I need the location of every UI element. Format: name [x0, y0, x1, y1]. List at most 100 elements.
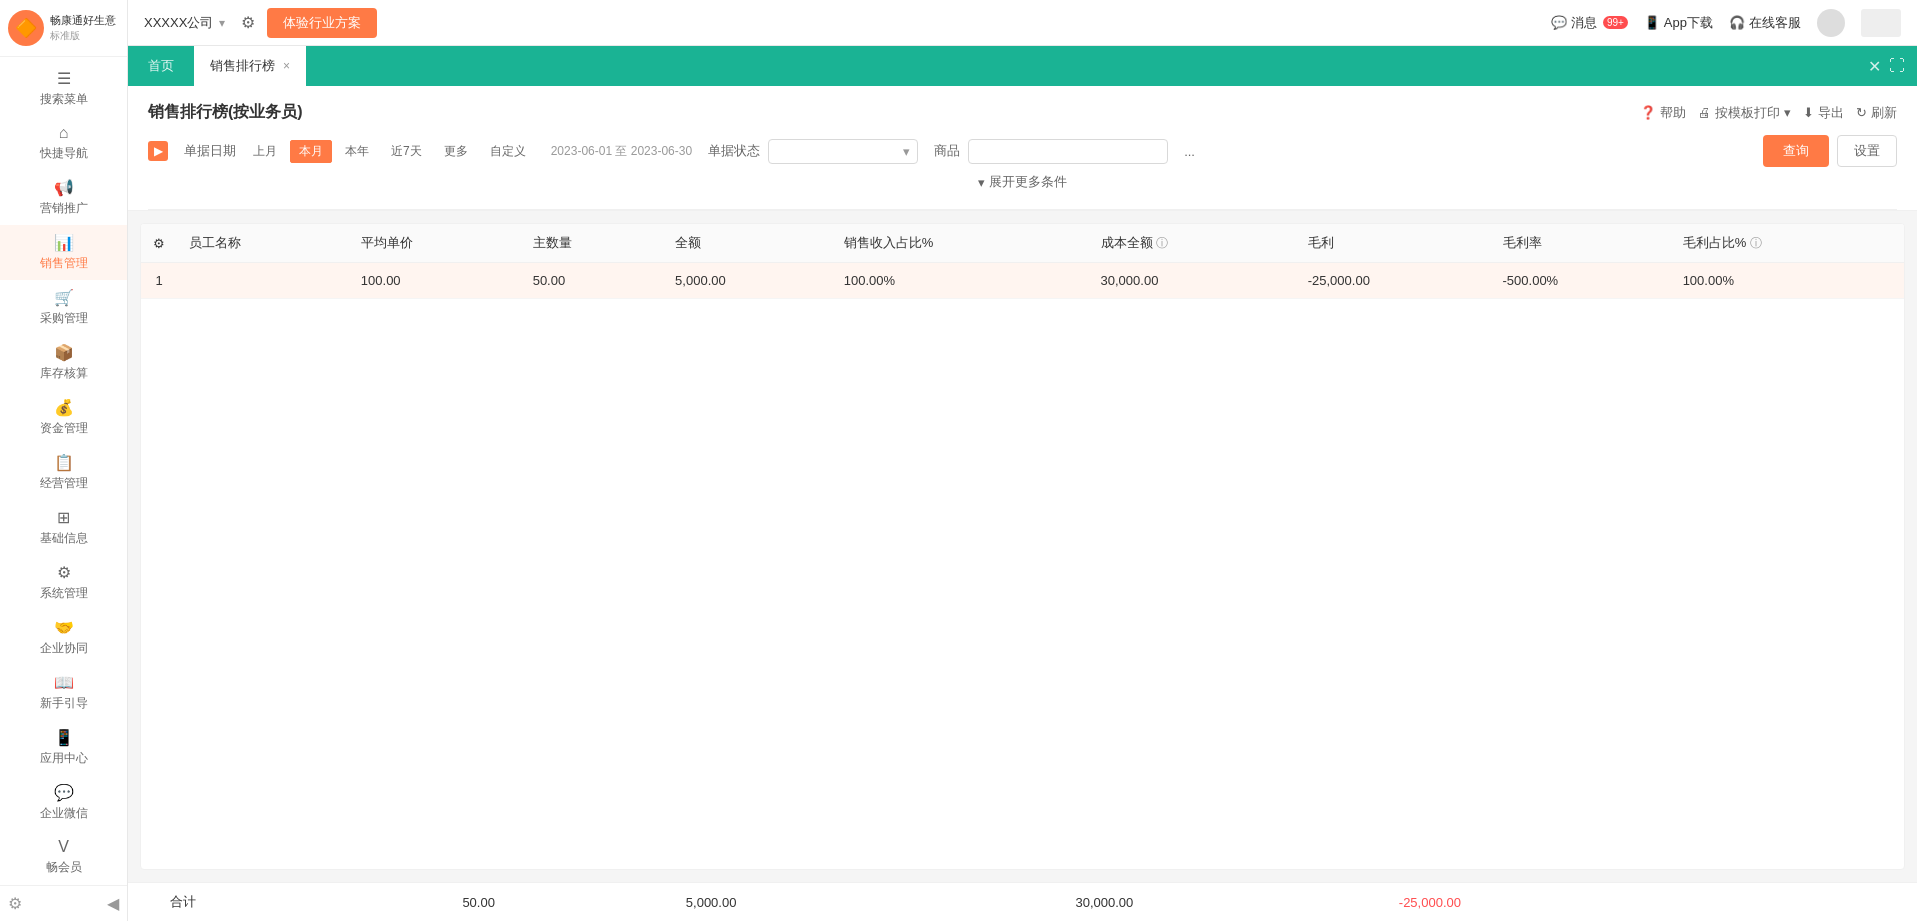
print-chevron-icon: ▾ — [1784, 105, 1791, 120]
settings-footer-btn[interactable]: ⚙ — [8, 894, 22, 913]
th-cost: 成本全额 ⓘ — [1089, 224, 1296, 263]
date-this-month[interactable]: 本月 — [290, 140, 332, 163]
tab-sales-ranking-label: 销售排行榜 — [210, 57, 275, 75]
message-btn[interactable]: 💬 消息 99+ — [1551, 14, 1628, 32]
cell-amount: 5,000.00 — [663, 263, 832, 299]
trial-btn[interactable]: 体验行业方案 — [267, 8, 377, 38]
sidebar-item-inventory[interactable]: 📦 库存核算 — [0, 335, 127, 390]
avatar[interactable] — [1817, 9, 1845, 37]
sidebar: 🔶 畅康通好生意 标准版 ☰ 搜索菜单 ⌂ 快捷导航 📢 营销推广 📊 销售管理… — [0, 0, 128, 921]
guide-nav-icon: 📖 — [54, 673, 74, 692]
tab-sales-ranking[interactable]: 销售排行榜 × — [194, 46, 306, 86]
date-this-year[interactable]: 本年 — [336, 140, 378, 163]
export-btn[interactable]: ⬇ 导出 — [1803, 104, 1844, 122]
cell-qty: 50.00 — [521, 263, 663, 299]
sidebar-item-finance[interactable]: 💰 资金管理 — [0, 390, 127, 445]
finance-nav-icon: 💰 — [54, 398, 74, 417]
operation-nav-icon: 📋 — [54, 453, 74, 472]
tab-close-icon[interactable]: × — [283, 59, 290, 73]
wechat-nav-label: 企业微信 — [40, 805, 88, 822]
date-more[interactable]: 更多 — [435, 140, 477, 163]
app-download-btn[interactable]: 📱 App下载 — [1644, 14, 1713, 32]
sidebar-item-member[interactable]: V 畅会员 — [0, 830, 127, 884]
sidebar-item-basic[interactable]: ⊞ 基础信息 — [0, 500, 127, 555]
tab-right-actions: ✕ ⛶ — [1868, 46, 1917, 86]
company-settings-icon[interactable]: ⚙ — [241, 13, 255, 32]
system-nav-label: 系统管理 — [40, 585, 88, 602]
home-tab-label: 首页 — [148, 57, 174, 75]
app-name: 畅康通好生意 — [50, 13, 116, 28]
cell-cost: 30,000.00 — [1089, 263, 1296, 299]
template-print-label: 按模板打印 — [1715, 104, 1780, 122]
template-print-btn[interactable]: 🖨 按模板打印 ▾ — [1698, 104, 1791, 122]
window-close-icon[interactable]: ✕ — [1868, 57, 1881, 76]
chevron-down-icon: ▾ — [978, 175, 985, 190]
th-sales-pct: 销售收入占比% — [832, 224, 1089, 263]
tab-home[interactable]: 首页 — [128, 46, 194, 86]
expand-label: 展开更多条件 — [989, 173, 1067, 191]
collab-nav-icon: 🤝 — [54, 618, 74, 637]
expand-filter-icon[interactable]: ▶ — [148, 141, 168, 161]
message-icon: 💬 — [1551, 15, 1567, 30]
footer-amount: 5,000.00 — [674, 883, 969, 921]
window-restore-icon[interactable]: ⛶ — [1889, 57, 1905, 75]
sidebar-item-system[interactable]: ⚙ 系统管理 — [0, 555, 127, 610]
table-footer-container: 合计 50.00 5,000.00 30,000.00 -25,000.00 — [128, 882, 1917, 921]
status-select[interactable] — [768, 139, 918, 164]
appstore-nav-icon: 📱 — [54, 728, 74, 747]
appstore-nav-label: 应用中心 — [40, 750, 88, 767]
sidebar-item-wechat[interactable]: 💬 企业微信 — [0, 775, 127, 830]
sidebar-item-collab[interactable]: 🤝 企业协同 — [0, 610, 127, 665]
sidebar-item-guide[interactable]: 📖 新手引导 — [0, 665, 127, 720]
content-area: 销售排行榜(按业务员) ❓ 帮助 🖨 按模板打印 ▾ ⬇ 导出 — [128, 86, 1917, 921]
footer-empty — [128, 883, 158, 921]
nav-nav-label: 快捷导航 — [40, 145, 88, 162]
footer-table: 合计 50.00 5,000.00 30,000.00 -25,000.00 — [128, 883, 1917, 921]
table-header-row: ⚙ 员工名称 平均单价 主数量 全额 销售收入占比% 成本全额 ⓘ 毛利 毛利率… — [141, 224, 1904, 263]
goods-input[interactable] — [968, 139, 1168, 164]
status-select-wrapper — [768, 139, 918, 164]
status-filter: 单据状态 — [708, 139, 918, 164]
company-selector[interactable]: XXXXX公司 ▾ — [144, 14, 225, 32]
th-gross: 毛利 — [1296, 224, 1491, 263]
setting-btn[interactable]: 设置 — [1837, 135, 1897, 167]
expand-conditions-btn[interactable]: ▾ 展开更多条件 — [978, 173, 1067, 191]
date-last-7days[interactable]: 近7天 — [382, 140, 431, 163]
user-name-area — [1861, 9, 1901, 37]
message-label: 消息 — [1571, 14, 1597, 32]
cell-gross-pct: 100.00% — [1671, 263, 1904, 299]
basic-nav-label: 基础信息 — [40, 530, 88, 547]
footer-row: 合计 50.00 5,000.00 30,000.00 -25,000.00 — [128, 883, 1917, 921]
date-custom[interactable]: 自定义 — [481, 140, 535, 163]
topbar: XXXXX公司 ▾ ⚙ 体验行业方案 💬 消息 99+ 📱 App下载 🎧 在线… — [128, 0, 1917, 46]
sidebar-item-search[interactable]: ☰ 搜索菜单 — [0, 61, 127, 116]
purchase-nav-icon: 🛒 — [54, 288, 74, 307]
help-btn[interactable]: ❓ 帮助 — [1640, 104, 1686, 122]
collapse-sidebar-btn[interactable]: ◀ — [107, 894, 119, 913]
online-service-btn[interactable]: 🎧 在线客服 — [1729, 14, 1801, 32]
cell-index: 1 — [141, 263, 177, 299]
footer-cost: 30,000.00 — [1063, 883, 1386, 921]
basic-nav-icon: ⊞ — [57, 508, 70, 527]
table-container: ⚙ 员工名称 平均单价 主数量 全额 销售收入占比% 成本全额 ⓘ 毛利 毛利率… — [140, 223, 1905, 870]
sidebar-nav: ☰ 搜索菜单 ⌂ 快捷导航 📢 营销推广 📊 销售管理 🛒 采购管理 📦 库存核… — [0, 57, 127, 885]
refresh-btn[interactable]: ↻ 刷新 — [1856, 104, 1897, 122]
sidebar-item-appstore[interactable]: 📱 应用中心 — [0, 720, 127, 775]
sidebar-item-purchase[interactable]: 🛒 采购管理 — [0, 280, 127, 335]
sidebar-item-nav[interactable]: ⌂ 快捷导航 — [0, 116, 127, 170]
main-area: XXXXX公司 ▾ ⚙ 体验行业方案 💬 消息 99+ 📱 App下载 🎧 在线… — [128, 0, 1917, 921]
search-nav-icon: ☰ — [57, 69, 71, 88]
operation-nav-label: 经营管理 — [40, 475, 88, 492]
collab-nav-label: 企业协同 — [40, 640, 88, 657]
more-filter-dots[interactable]: ... — [1184, 144, 1195, 159]
goods-label: 商品 — [934, 142, 960, 160]
expand-more-row: ▾ 展开更多条件 — [148, 167, 1897, 197]
date-last-month[interactable]: 上月 — [244, 140, 286, 163]
sidebar-item-marketing[interactable]: 📢 营销推广 — [0, 170, 127, 225]
th-settings[interactable]: ⚙ — [141, 224, 177, 263]
sidebar-item-sales[interactable]: 📊 销售管理 — [0, 225, 127, 280]
print-icon: 🖨 — [1698, 105, 1711, 120]
sidebar-item-operation[interactable]: 📋 经营管理 — [0, 445, 127, 500]
inventory-nav-label: 库存核算 — [40, 365, 88, 382]
query-btn[interactable]: 查询 — [1763, 135, 1829, 167]
